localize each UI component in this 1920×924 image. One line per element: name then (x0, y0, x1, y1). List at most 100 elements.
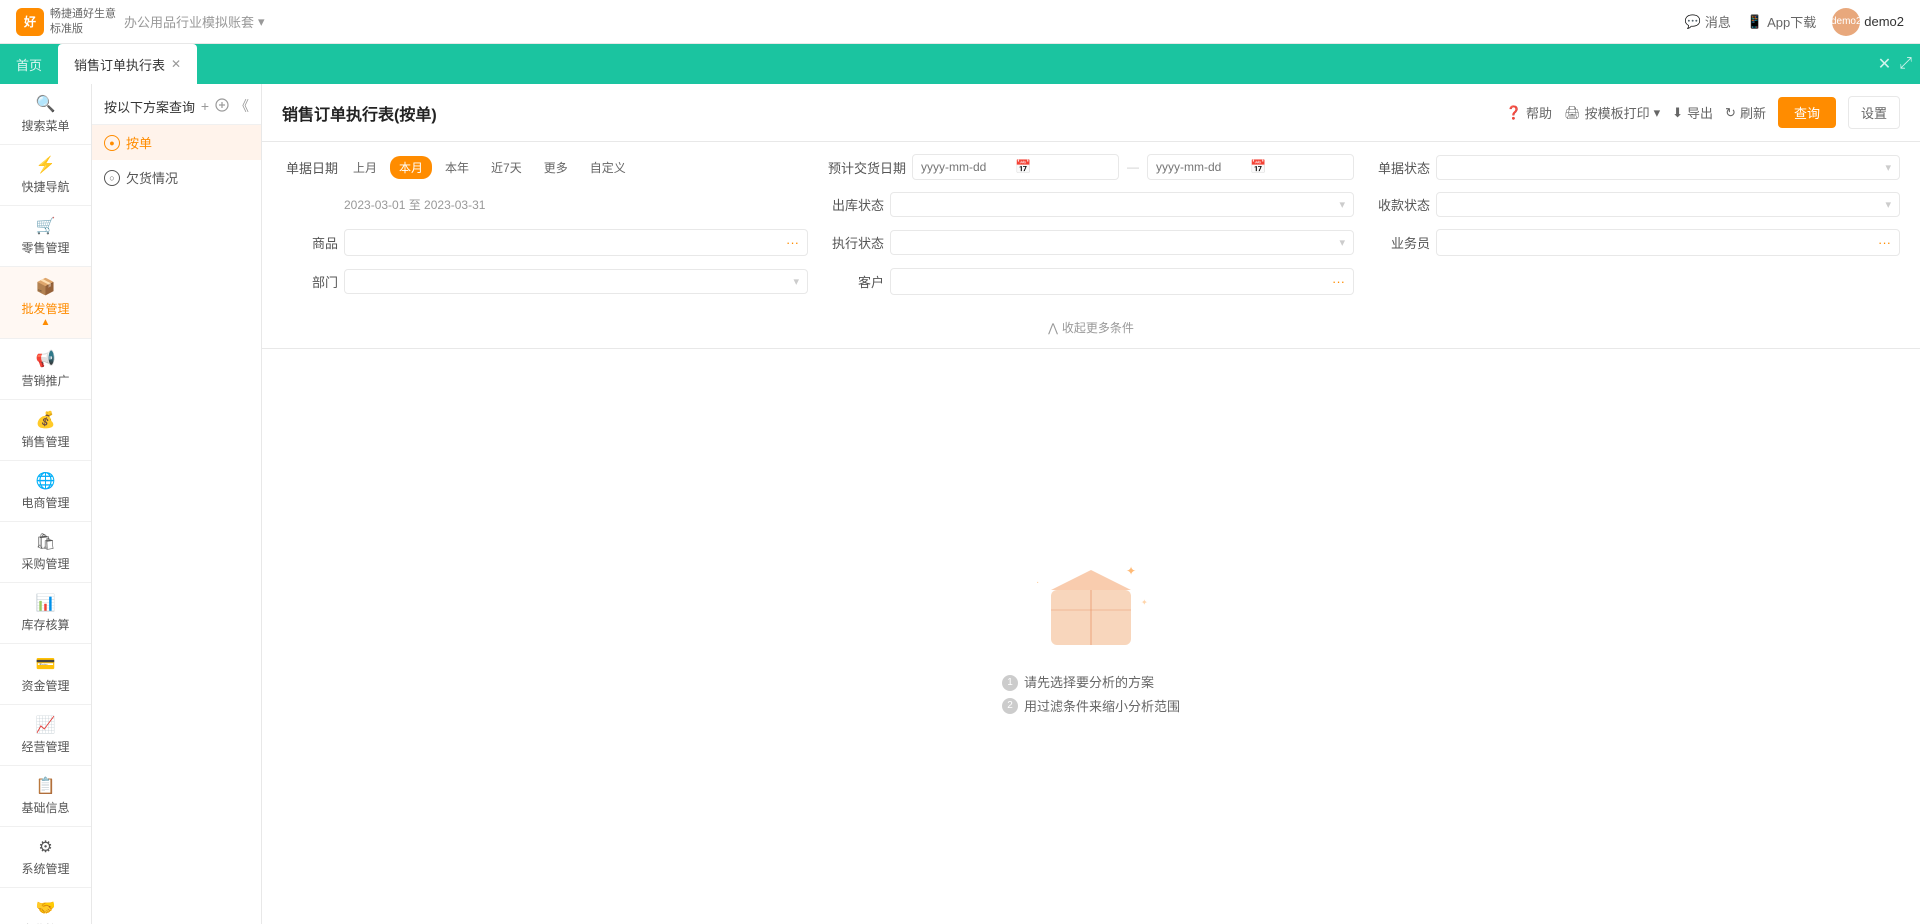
expected-date-to-input[interactable] (1156, 160, 1246, 174)
sidebar-item-sales-mgmt[interactable]: 💰 销售管理 (0, 400, 91, 461)
calendar-from-icon[interactable]: 📅 (1015, 159, 1031, 175)
help-button[interactable]: ❓ 帮助 (1506, 103, 1552, 122)
customer-more-icon[interactable]: ··· (1332, 274, 1345, 289)
date-label: 单据日期 (282, 158, 338, 177)
svg-text:✦: ✦ (1141, 598, 1148, 607)
enterprise-icon: 🤝 (36, 898, 56, 918)
message-button[interactable]: 💬 消息 (1685, 12, 1731, 31)
sidebar-item-quick-nav[interactable]: ⚡ 快捷导航 (0, 145, 91, 206)
download-icon: 📱 (1747, 14, 1763, 30)
export-button[interactable]: ⬇ 导出 (1672, 103, 1713, 122)
goods-more-icon[interactable]: ··· (786, 235, 799, 250)
sidebar-item-finance[interactable]: 💳 资金管理 (0, 644, 91, 705)
calendar-to-icon[interactable]: 📅 (1250, 159, 1266, 175)
sidebar-item-ops[interactable]: 📈 经营管理 (0, 705, 91, 766)
nav-expand-icon[interactable]: ⤢ (1899, 55, 1912, 73)
top-bar: 好 畅捷通好生意 标准版 办公用品行业模拟账套 ▾ 💬 消息 📱 App下载 d… (0, 0, 1920, 44)
date-tab-custom[interactable]: 自定义 (581, 156, 635, 179)
left-panel-item-按单[interactable]: ● 按单 (92, 125, 261, 160)
print-button[interactable]: 🖨 按模板打印 ▾ (1564, 103, 1660, 122)
status-item: 单据状态 ▾ (1374, 154, 1900, 180)
breadcrumb-arrow[interactable]: ▾ (258, 14, 265, 30)
add-scheme-button[interactable]: + (201, 98, 209, 114)
exec-select[interactable]: ▾ (890, 230, 1354, 255)
print-arrow-icon: ▾ (1654, 105, 1661, 121)
settings-button[interactable]: 设置 (1848, 96, 1900, 129)
filter-grid: 单据日期 上月 本月 本年 近7天 更多 自定义 预计交货日期 (282, 154, 1900, 295)
empty-illustration: ✦ · ✦ (1031, 555, 1151, 655)
top-bar-right: 💬 消息 📱 App下载 demo2 demo2 (1685, 8, 1904, 36)
quick-nav-icon: ⚡ (36, 155, 56, 175)
inventory-icon: 📊 (36, 593, 56, 613)
breadcrumb-text: 办公用品行业模拟账套 (124, 12, 254, 31)
payment-item: 收款状态 ▾ (1374, 192, 1900, 217)
retail-icon: 🛒 (36, 216, 56, 236)
user-area[interactable]: demo2 demo2 (1832, 8, 1904, 36)
collapse-panel-button[interactable]: 《 (235, 96, 249, 116)
按单-icon: ● (104, 135, 120, 151)
finance-icon: 💳 (36, 654, 56, 674)
edit-scheme-button[interactable] (215, 98, 229, 115)
expected-date-label: 预计交货日期 (828, 158, 906, 177)
date-tab-last-month[interactable]: 上月 (344, 156, 386, 179)
tab-home[interactable]: 首页 (0, 44, 58, 84)
query-button[interactable]: 查询 (1778, 97, 1836, 128)
expected-date-from[interactable]: 📅 (912, 154, 1119, 180)
sidebar-item-retail-mgmt[interactable]: 🛒 零售管理 (0, 206, 91, 267)
date-filter-item: 单据日期 上月 本月 本年 近7天 更多 自定义 (282, 154, 808, 180)
collapse-button[interactable]: ⋀ 收起更多条件 (1042, 313, 1140, 342)
left-panel-actions: + 《 (201, 96, 249, 116)
collapse-row: ⋀ 收起更多条件 (262, 307, 1920, 349)
date-tab-last7[interactable]: 近7天 (482, 156, 531, 179)
date-tab-this-month[interactable]: 本月 (390, 156, 432, 179)
help-icon: ❓ (1506, 105, 1522, 121)
salesman-item: 业务员 ··· (1374, 229, 1900, 256)
goods-label: 商品 (282, 233, 338, 252)
date-tab-more[interactable]: 更多 (535, 156, 577, 179)
date-control: 上月 本月 本年 近7天 更多 自定义 (344, 156, 808, 179)
salesman-select[interactable]: ··· (1436, 229, 1900, 256)
goods-select[interactable]: ··· (344, 229, 808, 256)
tab-sales-order[interactable]: 销售订单执行表 ✕ (58, 44, 197, 84)
search-menu-icon: 🔍 (36, 94, 56, 114)
refresh-button[interactable]: ↻ 刷新 (1725, 103, 1766, 122)
sidebar-item-ecom[interactable]: 🌐 电商管理 (0, 461, 91, 522)
nav-right-actions: ✕ ⤢ (1878, 54, 1920, 74)
step-num-1: 1 (1002, 675, 1018, 691)
sidebar-item-sys-mgmt[interactable]: ⚙ 系统管理 (0, 827, 91, 888)
tab-close-icon[interactable]: ✕ (171, 57, 181, 71)
left-panel: 按以下方案查询 + 《 ● 按单 ○ 欠货情况 (92, 84, 262, 924)
status-select[interactable]: ▾ (1436, 155, 1900, 180)
delivery-label: 出库状态 (828, 195, 884, 214)
nav-tabs: 首页 销售订单执行表 ✕ ✕ ⤢ (0, 44, 1920, 84)
message-icon: 💬 (1685, 14, 1701, 30)
expected-date-from-input[interactable] (921, 160, 1011, 174)
sidebar-item-marketing[interactable]: 📢 营销推广 (0, 339, 91, 400)
sidebar-item-purchase[interactable]: 🛍 采购管理 (0, 522, 91, 583)
dept-select[interactable]: ▾ (344, 269, 808, 294)
delivery-item: 出库状态 ▾ (828, 192, 1354, 217)
sidebar-item-inventory[interactable]: 📊 库存核算 (0, 583, 91, 644)
left-panel-item-欠货情况[interactable]: ○ 欠货情况 (92, 160, 261, 195)
app-download-button[interactable]: 📱 App下载 (1747, 12, 1816, 31)
sidebar-item-search-menu[interactable]: 🔍 搜索菜单 (0, 84, 91, 145)
sidebar-item-wholesale-mgmt[interactable]: 📦 批发管理 ▲ (0, 267, 91, 339)
payment-select[interactable]: ▾ (1436, 192, 1900, 217)
sidebar-item-enterprise[interactable]: 🤝 企业协同 (0, 888, 91, 924)
sales-icon: 💰 (36, 410, 56, 430)
date-tab-this-year[interactable]: 本年 (436, 156, 478, 179)
sidebar-item-base-info[interactable]: 📋 基础信息 (0, 766, 91, 827)
date-separator: — (1123, 160, 1143, 174)
customer-select[interactable]: ··· (890, 268, 1354, 295)
delivery-select[interactable]: ▾ (890, 192, 1354, 217)
empty-svg: ✦ · ✦ (1031, 555, 1151, 655)
status-label: 单据状态 (1374, 158, 1430, 177)
salesman-more-icon[interactable]: ··· (1878, 235, 1891, 250)
nav-close-icon[interactable]: ✕ (1878, 54, 1891, 74)
expand-arrow-icon: ▲ (41, 317, 51, 328)
exec-item: 执行状态 ▾ (828, 229, 1354, 256)
欠货情况-icon: ○ (104, 170, 120, 186)
avatar: demo2 (1832, 8, 1860, 36)
expected-date-to[interactable]: 📅 (1147, 154, 1354, 180)
left-panel-header: 按以下方案查询 + 《 (92, 84, 261, 125)
